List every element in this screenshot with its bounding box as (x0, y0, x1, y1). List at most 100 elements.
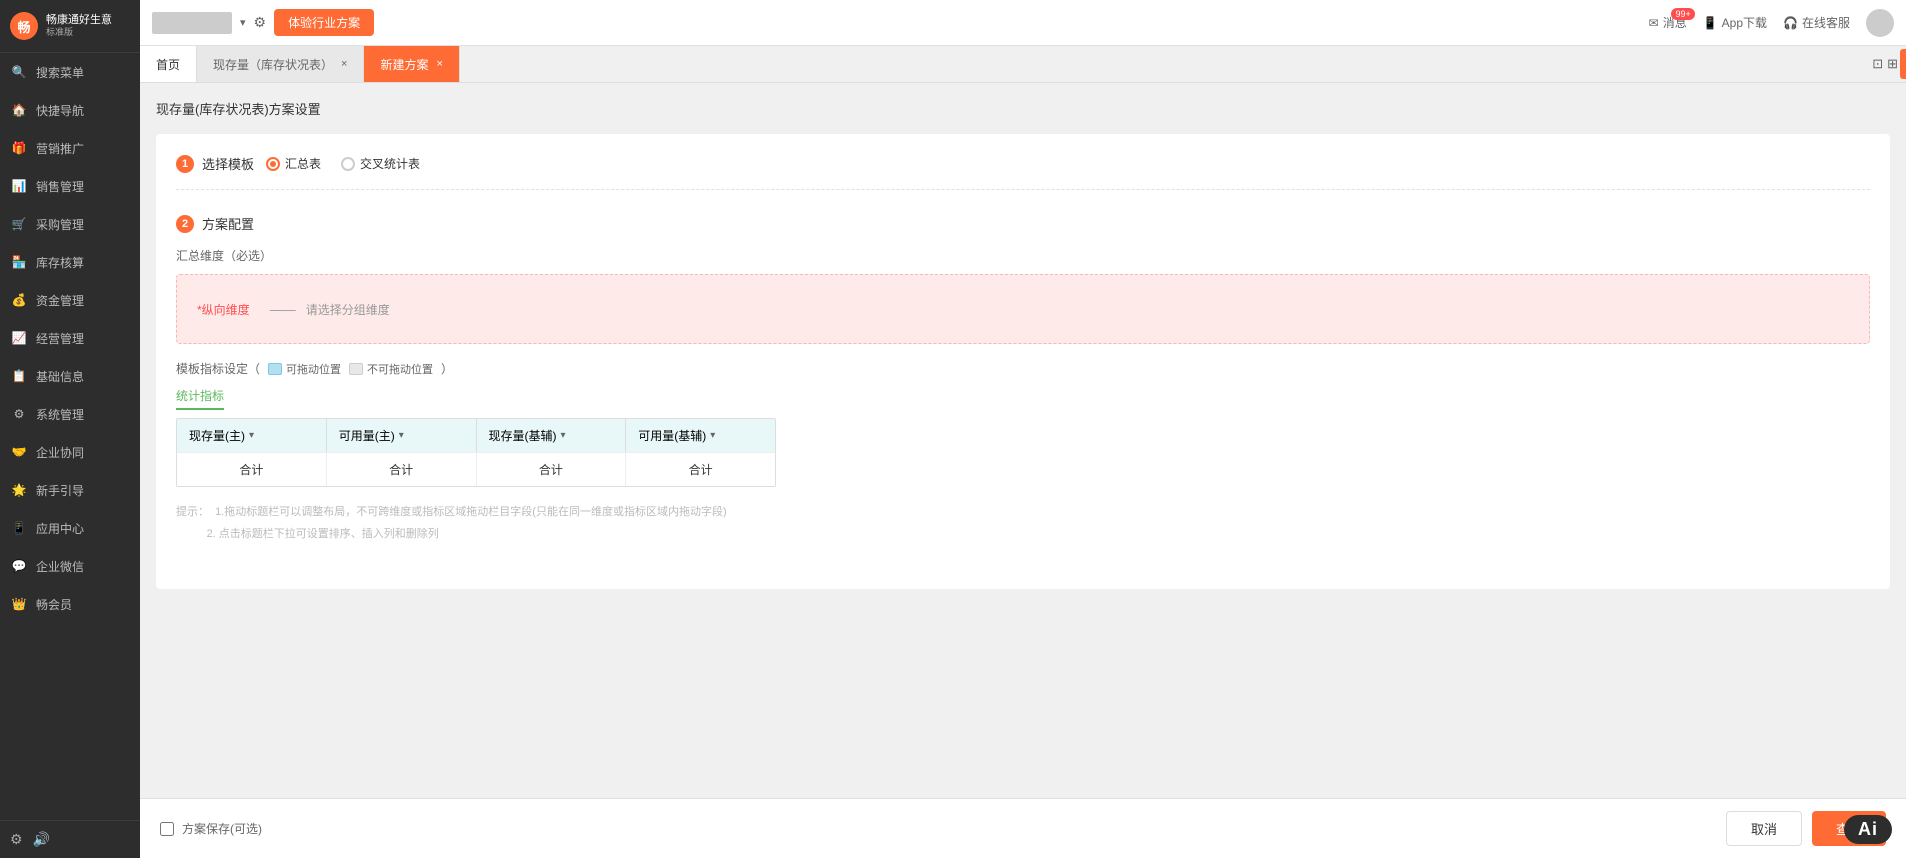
sidebar-item-marketing[interactable]: 🎁 营销推广 (0, 129, 140, 167)
stats-col-1[interactable]: 现存量(主) ▾ (177, 419, 327, 452)
collab-icon: 🤝 (10, 443, 28, 461)
stats-col-2[interactable]: 可用量(主) ▾ (327, 419, 477, 452)
sidebar-item-search[interactable]: 🔍 搜索菜单 (0, 53, 140, 91)
stats-col-4[interactable]: 可用量(基辅) ▾ (626, 419, 775, 452)
sidebar-item-collab[interactable]: 🤝 企业协同 (0, 433, 140, 471)
sidebar-item-apps[interactable]: 📱 应用中心 (0, 509, 140, 547)
template-radio-group: 汇总表 交叉统计表 (266, 155, 420, 172)
app-download-btn[interactable]: 📱 App下载 (1703, 14, 1767, 31)
radio-cross-table[interactable]: 交叉统计表 (341, 155, 420, 172)
stats-col-3[interactable]: 现存量(基辅) ▾ (477, 419, 627, 452)
message-badge: 99+ (1671, 8, 1694, 20)
volume-icon[interactable]: 🔊 (33, 831, 50, 848)
tab-home[interactable]: 首页 (140, 46, 197, 82)
stats-cell-3: 合计 (477, 453, 627, 486)
tab-close-icon[interactable]: × (341, 58, 347, 70)
dropdown-arrow-icon[interactable]: ▾ (240, 16, 246, 29)
settings-card: 1 选择模板 汇总表 交叉统计表 (156, 134, 1890, 589)
online-service-btn[interactable]: 🎧 在线客服 (1783, 14, 1850, 31)
sidebar-item-guide[interactable]: 🌟 新手引导 (0, 471, 140, 509)
draggable-legend-box (268, 363, 282, 375)
topbar-right: ✉ 消息 99+ 📱 App下载 🎧 在线客服 (1649, 9, 1894, 37)
sidebar-item-basic-info[interactable]: 📋 基础信息 (0, 357, 140, 395)
required-dim-label: *纵向维度 (197, 301, 250, 318)
col-dropdown-2[interactable]: ▾ (399, 430, 404, 441)
tab-expand-icon[interactable]: ⊞ (1887, 56, 1898, 72)
sidebar-item-operations[interactable]: 📈 经营管理 (0, 319, 140, 357)
tab-inventory-status[interactable]: 现存量（库存状况表） × (197, 46, 364, 82)
sidebar-logo: 畅 畅康通好生意 标准版 (0, 0, 140, 53)
tip-1: 提示： 1.拖动标题栏可以调整布局，不可跨维度或指标区域拖动栏目字段(只能在同一… (176, 503, 1870, 523)
message-icon: ✉ (1649, 16, 1659, 30)
wechat-icon: 💬 (10, 557, 28, 575)
radio-dot-cross (341, 157, 355, 171)
inventory-icon: 🏪 (10, 253, 28, 271)
tab-new-plan[interactable]: 新建方案 × (364, 46, 459, 82)
indicator-settings: 模板指标设定（ 可拖动位置 不可拖动位置 ） 统计指标 (176, 360, 1870, 487)
col-dropdown-1[interactable]: ▾ (249, 430, 254, 441)
stats-table: 现存量(主) ▾ 可用量(主) ▾ 现存量(基辅) ▾ (176, 418, 776, 487)
app-name: 畅康通好生意 标准版 (46, 13, 112, 39)
save-checkbox[interactable] (160, 822, 174, 836)
sidebar-item-quicknav[interactable]: 🏠 快捷导航 (0, 91, 140, 129)
topbar-left: ▾ ⚙ 体验行业方案 (152, 9, 1639, 36)
sidebar-item-inventory[interactable]: 🏪 库存核算 (0, 243, 140, 281)
user-avatar[interactable] (1866, 9, 1894, 37)
gear-icon[interactable]: ⚙ (254, 14, 267, 31)
stats-cell-1: 合计 (177, 453, 327, 486)
operations-icon: 📈 (10, 329, 28, 347)
sidebar-item-sales[interactable]: 📊 销售管理 (0, 167, 140, 205)
section2-title: 方案配置 (202, 214, 254, 233)
trial-btn[interactable]: 体验行业方案 (274, 9, 374, 36)
section2-header: 2 方案配置 (176, 214, 1870, 233)
radio-summary-table[interactable]: 汇总表 (266, 155, 321, 172)
sidebar-item-system[interactable]: ⚙ 系统管理 (0, 395, 140, 433)
stats-cell-2: 合计 (327, 453, 477, 486)
tab-new-close-icon[interactable]: × (436, 58, 442, 70)
quicknav-icon: 🏠 (10, 101, 28, 119)
legend-fixed: 不可拖动位置 (349, 361, 433, 377)
stats-table-header: 现存量(主) ▾ 可用量(主) ▾ 现存量(基辅) ▾ (177, 419, 775, 452)
col-dropdown-4[interactable]: ▾ (710, 430, 715, 441)
sidebar-item-member[interactable]: 👑 畅会员 (0, 585, 140, 623)
section1-header: 1 选择模板 汇总表 交叉统计表 (176, 154, 1870, 173)
system-icon: ⚙ (10, 405, 28, 423)
tip-2: 2. 点击标题栏下拉可设置排序、插入列和删除列 (176, 525, 1870, 545)
topbar: ▾ ⚙ 体验行业方案 ✉ 消息 99+ 📱 App下载 🎧 在线客服 (140, 0, 1906, 46)
tab-bar: 首页 现存量（库存状况表） × 新建方案 × ⊡ ⊞ (140, 46, 1906, 83)
settings-icon[interactable]: ⚙ (10, 831, 23, 848)
guide-icon: 🌟 (10, 481, 28, 499)
section-config: 2 方案配置 汇总维度（必选） *纵向维度 —— 请选择分组维度 (176, 214, 1870, 545)
marketing-icon: 🎁 (10, 139, 28, 157)
headset-icon: 🎧 (1783, 16, 1798, 30)
section2-num: 2 (176, 215, 194, 233)
section1-num: 1 (176, 155, 194, 173)
sales-icon: 📊 (10, 177, 28, 195)
footer-left: 方案保存(可选) (160, 820, 262, 837)
tab-collapse-icon[interactable]: ⊡ (1872, 56, 1883, 72)
fixed-legend-box (349, 363, 363, 375)
section-template: 1 选择模板 汇总表 交叉统计表 (176, 154, 1870, 190)
sidebar-item-purchase[interactable]: 🛒 采购管理 (0, 205, 140, 243)
section1-divider (176, 189, 1870, 190)
page-content: 现存量(库存状况表)方案设置 1 选择模板 汇总表 交叉统计表 (140, 83, 1906, 798)
dimension-area[interactable]: *纵向维度 —— 请选择分组维度 (176, 274, 1870, 344)
legend-draggable: 可拖动位置 (268, 361, 341, 377)
right-edge-handle[interactable] (1900, 49, 1906, 79)
sidebar-item-wechat[interactable]: 💬 企业微信 (0, 547, 140, 585)
logo-image (152, 12, 232, 34)
ai-label[interactable]: Ai (1844, 815, 1892, 844)
dimension-subsection-label: 汇总维度（必选） (176, 247, 1870, 264)
message-btn[interactable]: ✉ 消息 99+ (1649, 14, 1687, 31)
page-title: 现存量(库存状况表)方案设置 (156, 99, 1890, 118)
col-dropdown-3[interactable]: ▾ (561, 430, 566, 441)
phone-icon: 📱 (1703, 16, 1718, 30)
cancel-button[interactable]: 取消 (1726, 811, 1802, 846)
app-logo-icon: 畅 (10, 12, 38, 40)
search-icon: 🔍 (10, 63, 28, 81)
footer: 方案保存(可选) 取消 查询 (140, 798, 1906, 858)
sidebar-item-finance[interactable]: 💰 资金管理 (0, 281, 140, 319)
radio-dot-summary (266, 157, 280, 171)
section1-title: 选择模板 (202, 154, 254, 173)
apps-icon: 📱 (10, 519, 28, 537)
